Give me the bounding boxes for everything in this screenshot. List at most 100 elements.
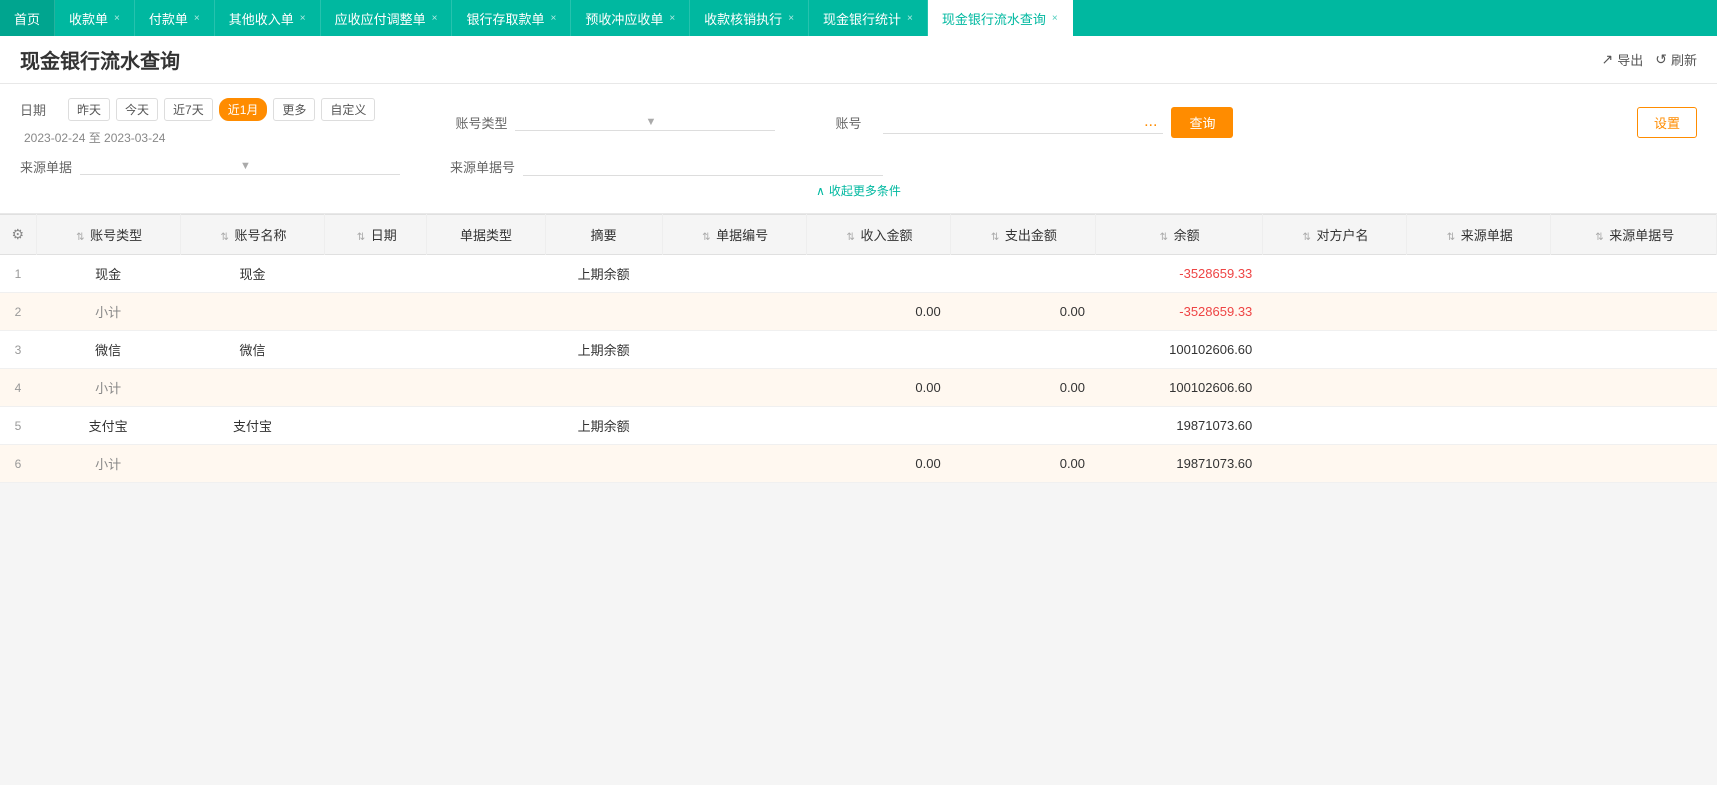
cell-expense: [951, 255, 1095, 293]
cell-expense: 0.00: [951, 293, 1095, 331]
cell-source-doc: [1407, 255, 1551, 293]
source-doc-select[interactable]: ▼: [80, 158, 400, 175]
date-btn-1month[interactable]: 近1月: [219, 98, 268, 121]
cell-balance: -3528659.33: [1095, 293, 1262, 331]
cell-num: 1: [0, 255, 36, 293]
col-account-type-label: 账号类型: [90, 228, 142, 243]
export-label: 导出: [1617, 50, 1643, 69]
col-source-doc[interactable]: ⇅ 来源单据: [1407, 215, 1551, 255]
nav-close-payment[interactable]: ×: [194, 13, 200, 24]
settings-button[interactable]: 设置: [1637, 107, 1697, 138]
nav-item-advance[interactable]: 预收冲应收单 ×: [571, 0, 690, 36]
cell-source-doc-num: [1551, 369, 1717, 407]
col-source-doc-label: 来源单据: [1461, 228, 1513, 243]
date-btn-yesterday[interactable]: 昨天: [68, 98, 110, 121]
nav-item-payment[interactable]: 付款单 ×: [135, 0, 215, 36]
cell-counterpart: [1262, 255, 1406, 293]
cell-expense: 0.00: [951, 445, 1095, 483]
cell-income: 0.00: [806, 369, 950, 407]
cell-doc-num: [662, 445, 806, 483]
nav-close-verify[interactable]: ×: [788, 13, 794, 24]
cell-expense: 0.00: [951, 369, 1095, 407]
col-income[interactable]: ⇅ 收入金额: [806, 215, 950, 255]
nav-close-advance[interactable]: ×: [669, 13, 675, 24]
date-range: 2023-02-24 至 2023-03-24: [24, 131, 165, 145]
nav-item-flow[interactable]: 现金银行流水查询 ×: [928, 0, 1073, 36]
gear-icon[interactable]: ⚙: [11, 226, 24, 242]
cell-doc-type: [427, 331, 545, 369]
account-ellipsis-button[interactable]: ...: [1144, 113, 1157, 131]
cell-doc-type: [427, 293, 545, 331]
data-table: ⚙ ⇅ 账号类型 ⇅ 账号名称 ⇅ 日期 单据类型 摘要: [0, 214, 1717, 483]
cell-counterpart: [1262, 407, 1406, 445]
col-counterpart[interactable]: ⇅ 对方户名: [1262, 215, 1406, 255]
cell-summary: 上期余额: [545, 407, 662, 445]
col-income-label: 收入金额: [861, 228, 913, 243]
col-account-type[interactable]: ⇅ 账号类型: [36, 215, 180, 255]
col-balance[interactable]: ⇅ 余额: [1095, 215, 1262, 255]
page-title: 现金银行流水查询: [20, 45, 180, 74]
cell-date: [325, 331, 427, 369]
nav-item-receipt[interactable]: 收款单 ×: [55, 0, 135, 36]
nav-item-bank-deposit[interactable]: 银行存取款单 ×: [452, 0, 571, 36]
cell-expense: [951, 407, 1095, 445]
query-button[interactable]: 查询: [1171, 107, 1233, 138]
col-doc-num[interactable]: ⇅ 单据编号: [662, 215, 806, 255]
col-expense[interactable]: ⇅ 支出金额: [951, 215, 1095, 255]
table-row: 4 小计 0.00 0.00 100102606.60: [0, 369, 1717, 407]
nav-label-receipt: 收款单: [69, 9, 108, 28]
nav-close-bank-deposit[interactable]: ×: [550, 13, 556, 24]
date-btn-custom[interactable]: 自定义: [321, 98, 375, 121]
cell-account-name: [180, 369, 324, 407]
nav-item-stats[interactable]: 现金银行统计 ×: [809, 0, 928, 36]
cell-income: 0.00: [806, 445, 950, 483]
table-row: 6 小计 0.00 0.00 19871073.60: [0, 445, 1717, 483]
nav-item-home[interactable]: 首页: [0, 0, 55, 36]
account-type-select[interactable]: ▼: [515, 114, 775, 131]
cell-account-type: 微信: [36, 331, 180, 369]
cell-expense: [951, 331, 1095, 369]
cell-doc-type: [427, 369, 545, 407]
cell-income: [806, 255, 950, 293]
source-doc-num-input[interactable]: [529, 158, 877, 173]
cell-account-name: 支付宝: [180, 407, 324, 445]
col-summary[interactable]: 摘要: [545, 215, 662, 255]
source-doc-label: 来源单据: [20, 157, 72, 176]
table-container: ⚙ ⇅ 账号类型 ⇅ 账号名称 ⇅ 日期 单据类型 摘要: [0, 214, 1717, 483]
collapse-row[interactable]: ∧ 收起更多条件: [20, 182, 1697, 199]
nav-close-adjust[interactable]: ×: [432, 13, 438, 24]
cell-doc-type: [427, 445, 545, 483]
sort-icon-income: ⇅: [847, 232, 855, 243]
sort-icon-source-doc-num: ⇅: [1595, 232, 1603, 243]
cell-doc-num: [662, 293, 806, 331]
nav-close-other-income[interactable]: ×: [300, 13, 306, 24]
nav-close-receipt[interactable]: ×: [114, 13, 120, 24]
cell-summary: [545, 445, 662, 483]
cell-num: 5: [0, 407, 36, 445]
col-source-doc-num[interactable]: ⇅ 来源单据号: [1551, 215, 1717, 255]
date-btn-today[interactable]: 今天: [116, 98, 158, 121]
cell-source-doc-num: [1551, 331, 1717, 369]
nav-label-stats: 现金银行统计: [823, 9, 901, 28]
nav-item-verify[interactable]: 收款核销执行 ×: [690, 0, 809, 36]
col-date[interactable]: ⇅ 日期: [325, 215, 427, 255]
refresh-button[interactable]: ↺ 刷新: [1655, 50, 1697, 69]
sort-icon-source-doc: ⇅: [1447, 232, 1455, 243]
nav-close-flow[interactable]: ×: [1052, 13, 1058, 24]
cell-summary: [545, 369, 662, 407]
nav-item-adjust[interactable]: 应收应付调整单 ×: [321, 0, 453, 36]
export-button[interactable]: ↗ 导出: [1602, 50, 1644, 69]
col-account-name[interactable]: ⇅ 账号名称: [180, 215, 324, 255]
cell-income: 0.00: [806, 293, 950, 331]
cell-doc-num: [662, 331, 806, 369]
cell-doc-num: [662, 407, 806, 445]
nav-close-stats[interactable]: ×: [907, 13, 913, 24]
cell-balance: 100102606.60: [1095, 369, 1262, 407]
nav-item-other-income[interactable]: 其他收入单 ×: [215, 0, 321, 36]
col-summary-label: 摘要: [591, 228, 617, 243]
col-doc-type[interactable]: 单据类型: [427, 215, 545, 255]
date-btn-7days[interactable]: 近7天: [164, 98, 213, 121]
cell-counterpart: [1262, 445, 1406, 483]
collapse-label: 收起更多条件: [829, 182, 901, 199]
date-btn-more[interactable]: 更多: [273, 98, 315, 121]
